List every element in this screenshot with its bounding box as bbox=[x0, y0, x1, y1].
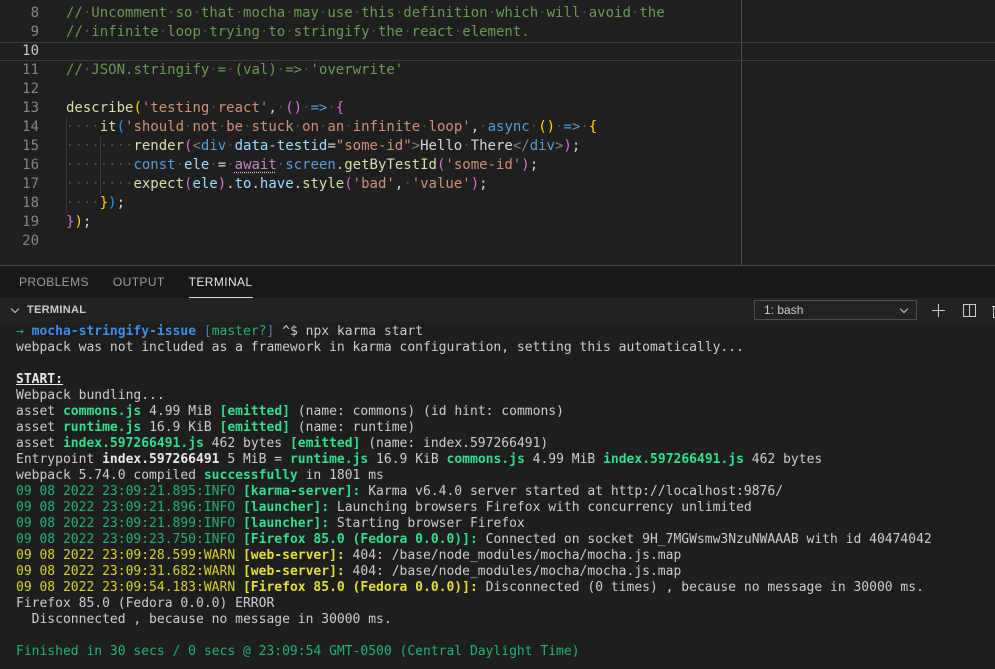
code-line[interactable]: 18 ····}); bbox=[0, 194, 995, 213]
code-line[interactable]: 11//·JSON.stringify·=·(val)·=>·'overwrit… bbox=[0, 61, 995, 80]
terminal-line: 09 08 2022 23:09:21.896:INFO [launcher]:… bbox=[16, 500, 752, 515]
line-number: 15 bbox=[22, 138, 39, 154]
line-number: 19 bbox=[22, 214, 39, 230]
terminal-section-header[interactable]: TERMINAL 1: bash bbox=[0, 298, 995, 322]
line-number: 13 bbox=[22, 100, 39, 116]
indent-guide bbox=[99, 156, 101, 175]
terminal-line: Finished in 30 secs / 0 secs @ 23:09:54 … bbox=[16, 644, 580, 659]
terminal-line: webpack 5.74.0 compiled successfully in … bbox=[16, 468, 384, 483]
code-line[interactable]: 15········render(<div·data-testid="some-… bbox=[0, 137, 995, 156]
terminal-section-title: TERMINAL bbox=[27, 304, 87, 316]
terminal-line: 09 08 2022 23:09:21.895:INFO [karma-serv… bbox=[16, 484, 784, 499]
line-number: 9 bbox=[30, 24, 39, 40]
bottom-panel: PROBLEMS OUTPUT TERMINAL TERMINAL 1: bas… bbox=[0, 265, 995, 669]
terminal-line: webpack was not included as a framework … bbox=[16, 340, 744, 355]
editor-lines: 78//·Uncomment·so·that·mocha·may·use·thi… bbox=[0, 0, 995, 251]
indent-guide bbox=[66, 194, 67, 213]
line-number: 18 bbox=[22, 195, 39, 211]
terminal-line: Webpack bundling... bbox=[16, 388, 165, 403]
tab-output[interactable]: OUTPUT bbox=[113, 266, 165, 298]
line-number: 8 bbox=[30, 5, 39, 21]
terminal-line: START: bbox=[16, 372, 63, 387]
indent-guide bbox=[66, 118, 67, 137]
indent-guide bbox=[99, 175, 101, 194]
split-icon bbox=[962, 303, 976, 317]
chevron-down-icon[interactable] bbox=[10, 304, 20, 314]
terminal-line: 09 08 2022 23:09:28.599:WARN [web-server… bbox=[16, 548, 682, 563]
trash-icon bbox=[991, 304, 995, 318]
terminal-line: 09 08 2022 23:09:31.682:WARN [web-server… bbox=[16, 564, 682, 579]
code-line[interactable]: 8//·Uncomment·so·that·mocha·may·use·this… bbox=[0, 4, 995, 23]
code-line[interactable]: 10 bbox=[0, 42, 995, 61]
tab-terminal[interactable]: TERMINAL bbox=[188, 266, 253, 298]
terminal-line: 09 08 2022 23:09:23.750:INFO [Firefox 85… bbox=[16, 532, 932, 547]
panel-tab-bar: PROBLEMS OUTPUT TERMINAL bbox=[0, 266, 995, 298]
line-number: 16 bbox=[22, 157, 39, 173]
terminal-line: asset runtime.js 16.9 KiB [emitted] (nam… bbox=[16, 420, 416, 435]
indent-guide bbox=[99, 137, 101, 156]
line-number: 17 bbox=[22, 176, 39, 192]
shell-selector-value: 1: bash bbox=[764, 303, 804, 317]
terminal-output[interactable]: → mocha-stringify-issue [master?] ^$ npx… bbox=[0, 322, 995, 669]
terminal-line: asset index.597266491.js 462 bytes [emit… bbox=[16, 436, 549, 451]
terminal-shell-selector[interactable]: 1: bash bbox=[754, 300, 917, 320]
terminal-line: Disconnected , because no message in 300… bbox=[16, 612, 392, 627]
line-number: 11 bbox=[22, 62, 39, 78]
terminal-line: → mocha-stringify-issue [master?] ^$ npx… bbox=[16, 324, 424, 339]
new-terminal-button[interactable] bbox=[925, 298, 951, 322]
chevron-down-icon bbox=[899, 304, 909, 314]
code-editor[interactable]: 78//·Uncomment·so·that·mocha·may·use·thi… bbox=[0, 0, 995, 265]
code-line[interactable]: 9//·infinite·loop·trying·to·stringify·th… bbox=[0, 23, 995, 42]
terminal-line: Entrypoint index.597266491 5 MiB = runti… bbox=[16, 452, 823, 467]
plus-icon bbox=[931, 303, 945, 317]
code-line[interactable]: 20 bbox=[0, 232, 995, 251]
code-line[interactable]: 19}); bbox=[0, 213, 995, 232]
code-line[interactable]: 13 describe('testing·react',·()·=>·{ bbox=[0, 99, 995, 118]
code-line[interactable]: 16········const·ele·=·await·screen.getBy… bbox=[0, 156, 995, 175]
line-number: 20 bbox=[22, 233, 39, 249]
line-number: 14 bbox=[22, 119, 39, 135]
code-line[interactable]: 17········expect(ele).to.have.style('bad… bbox=[0, 175, 995, 194]
line-number: 12 bbox=[22, 81, 39, 97]
tab-problems[interactable]: PROBLEMS bbox=[19, 266, 89, 298]
code-line[interactable]: 12 bbox=[0, 80, 995, 99]
indent-guide bbox=[66, 156, 67, 175]
terminal-line: 09 08 2022 23:09:21.899:INFO [launcher]:… bbox=[16, 516, 525, 531]
split-terminal-button[interactable] bbox=[956, 298, 982, 322]
line-number: 10 bbox=[22, 43, 39, 59]
kill-terminal-button[interactable] bbox=[984, 298, 995, 322]
indent-guide bbox=[66, 137, 67, 156]
indent-guide bbox=[66, 175, 67, 194]
terminal-line: 09 08 2022 23:09:54.183:WARN [Firefox 85… bbox=[16, 580, 924, 595]
code-line[interactable]: 14 ····it('should·not·be·stuck·on·an·infi… bbox=[0, 118, 995, 137]
terminal-line: Firefox 85.0 (Fedora 0.0.0) ERROR bbox=[16, 596, 275, 611]
terminal-line: asset commons.js 4.99 MiB [emitted] (nam… bbox=[16, 404, 564, 419]
